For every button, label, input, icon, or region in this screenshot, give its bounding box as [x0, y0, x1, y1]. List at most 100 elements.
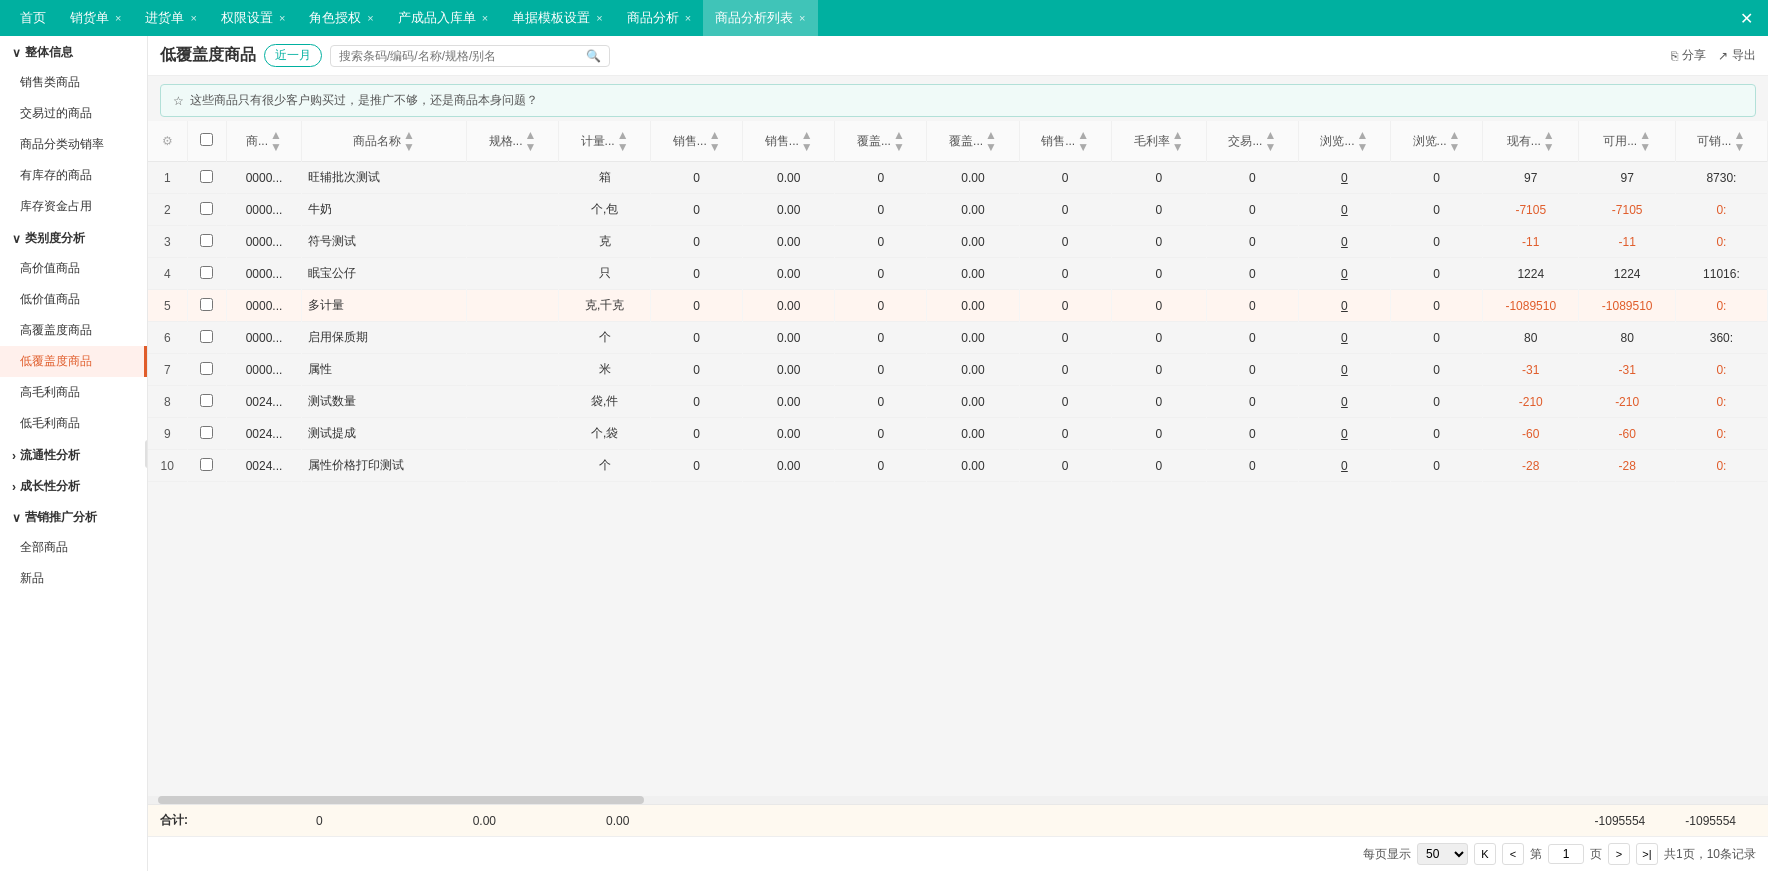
sort-icon-unit[interactable]: ▲▼ [617, 129, 629, 153]
sort-icon-sales_qty[interactable]: ▲▼ [709, 129, 721, 153]
row-checkbox[interactable] [187, 290, 226, 322]
th-browse1[interactable]: 浏览...▲▼ [1298, 121, 1390, 162]
page-input[interactable] [1548, 844, 1584, 864]
sidebar-item-商品分类动销率[interactable]: 商品分类动销率 [0, 129, 147, 160]
nav-tab-销货单[interactable]: 销货单× [58, 0, 133, 36]
row-checkbox[interactable] [187, 418, 226, 450]
row-browse1[interactable]: 0 [1298, 418, 1390, 450]
prev-page-button[interactable]: < [1502, 843, 1524, 865]
sidebar-item-销售类商品[interactable]: 销售类商品 [0, 67, 147, 98]
sidebar-item-低价值商品[interactable]: 低价值商品 [0, 284, 147, 315]
nav-tab-close-商品分析列表[interactable]: × [799, 12, 805, 24]
settings-icon[interactable]: ⚙ [162, 134, 173, 148]
sidebar-item-有库存的商品[interactable]: 有库存的商品 [0, 160, 147, 191]
nav-tab-close-角色授权[interactable]: × [367, 12, 373, 24]
row-checkbox[interactable] [187, 226, 226, 258]
sort-icon-browse1[interactable]: ▲▼ [1357, 129, 1369, 153]
nav-tab-产成品入库单[interactable]: 产成品入库单× [386, 0, 500, 36]
row-checkbox[interactable] [187, 258, 226, 290]
sidebar-item-高毛利商品[interactable]: 高毛利商品 [0, 377, 147, 408]
row-browse1[interactable]: 0 [1298, 290, 1390, 322]
th-name[interactable]: 商品名称▲▼ [302, 121, 467, 162]
sort-icon-browse2[interactable]: ▲▼ [1449, 129, 1461, 153]
th-sales3[interactable]: 销售...▲▼ [1019, 121, 1111, 162]
sort-icon-trade[interactable]: ▲▼ [1264, 129, 1276, 153]
sort-icon-coverage1[interactable]: ▲▼ [893, 129, 905, 153]
sort-icon-spec[interactable]: ▲▼ [525, 129, 537, 153]
sort-icon-sales3[interactable]: ▲▼ [1077, 129, 1089, 153]
sidebar-item-新品[interactable]: 新品 [0, 563, 147, 594]
nav-tab-close-销货单[interactable]: × [115, 12, 121, 24]
row-browse1[interactable]: 0 [1298, 226, 1390, 258]
th-sales_amt[interactable]: 销售...▲▼ [743, 121, 835, 162]
sidebar-item-交易过的商品[interactable]: 交易过的商品 [0, 98, 147, 129]
row-checkbox[interactable] [187, 162, 226, 194]
row-checkbox[interactable] [187, 194, 226, 226]
nav-tab-单据模板设置[interactable]: 单据模板设置× [500, 0, 614, 36]
sidebar-item-高覆盖度商品[interactable]: 高覆盖度商品 [0, 315, 147, 346]
nav-tab-商品分析列表[interactable]: 商品分析列表× [703, 0, 817, 36]
sidebar-section-整体信息[interactable]: ∨整体信息 [0, 36, 147, 67]
row-browse1[interactable]: 0 [1298, 258, 1390, 290]
sidebar-section-成长性分析[interactable]: ›成长性分析 [0, 470, 147, 501]
nav-tab-close-进货单[interactable]: × [190, 12, 196, 24]
sidebar-item-库存资金占用[interactable]: 库存资金占用 [0, 191, 147, 222]
row-browse1[interactable]: 0 [1298, 322, 1390, 354]
first-page-button[interactable]: K [1474, 843, 1496, 865]
sort-icon-sales_amt[interactable]: ▲▼ [801, 129, 813, 153]
nav-tab-close-商品分析[interactable]: × [685, 12, 691, 24]
sort-icon-available[interactable]: ▲▼ [1639, 129, 1651, 153]
share-button[interactable]: ⎘ 分享 [1671, 47, 1706, 64]
th-gross_margin[interactable]: 毛利率▲▼ [1111, 121, 1206, 162]
last-page-button[interactable]: >| [1636, 843, 1658, 865]
th-browse2[interactable]: 浏览...▲▼ [1391, 121, 1483, 162]
nav-tab-close-产成品入库单[interactable]: × [482, 12, 488, 24]
th-coverage2[interactable]: 覆盖...▲▼ [927, 121, 1019, 162]
filter-button[interactable]: 近一月 [264, 44, 322, 67]
sidebar-section-流通性分析[interactable]: ›流通性分析 [0, 439, 147, 470]
per-page-select[interactable]: 50 100 200 [1417, 843, 1468, 865]
row-browse1[interactable]: 0 [1298, 194, 1390, 226]
nav-tab-close-单据模板设置[interactable]: × [596, 12, 602, 24]
th-spec[interactable]: 规格...▲▼ [466, 121, 558, 162]
th-code[interactable]: 商...▲▼ [226, 121, 301, 162]
nav-tab-进货单[interactable]: 进货单× [133, 0, 208, 36]
th-trade[interactable]: 交易...▲▼ [1206, 121, 1298, 162]
th-coverage1[interactable]: 覆盖...▲▼ [835, 121, 927, 162]
sidebar-item-低毛利商品[interactable]: 低毛利商品 [0, 408, 147, 439]
nav-tab-close-权限设置[interactable]: × [279, 12, 285, 24]
search-input[interactable] [339, 49, 586, 63]
row-checkbox[interactable] [187, 386, 226, 418]
sort-icon-name[interactable]: ▲▼ [403, 129, 415, 153]
sidebar-toggle[interactable]: « [145, 440, 148, 468]
row-browse1[interactable]: 0 [1298, 162, 1390, 194]
search-icon[interactable]: 🔍 [586, 49, 601, 63]
th-unit[interactable]: 计量...▲▼ [559, 121, 651, 162]
th-sales_qty[interactable]: 销售...▲▼ [651, 121, 743, 162]
row-browse1[interactable]: 0 [1298, 354, 1390, 386]
sort-icon-gross_margin[interactable]: ▲▼ [1172, 129, 1184, 153]
sort-icon-current_stock[interactable]: ▲▼ [1543, 129, 1555, 153]
window-close-button[interactable]: ✕ [1732, 4, 1760, 32]
th-available[interactable]: 可用...▲▼ [1579, 121, 1675, 162]
nav-tab-角色授权[interactable]: 角色授权× [297, 0, 385, 36]
select-all-checkbox[interactable] [200, 133, 213, 146]
export-button[interactable]: ↗ 导出 [1718, 47, 1756, 64]
nav-tab-首页[interactable]: 首页 [8, 0, 58, 36]
sort-icon-coverage2[interactable]: ▲▼ [985, 129, 997, 153]
sort-icon-saleable[interactable]: ▲▼ [1733, 129, 1745, 153]
row-checkbox[interactable] [187, 354, 226, 386]
sidebar-section-类别度分析[interactable]: ∨类别度分析 [0, 222, 147, 253]
th-current_stock[interactable]: 现有...▲▼ [1483, 121, 1579, 162]
next-page-button[interactable]: > [1608, 843, 1630, 865]
sidebar-section-营销推广分析[interactable]: ∨营销推广分析 [0, 501, 147, 532]
row-browse1[interactable]: 0 [1298, 386, 1390, 418]
sidebar-item-全部商品[interactable]: 全部商品 [0, 532, 147, 563]
sidebar-item-低覆盖度商品[interactable]: 低覆盖度商品 [0, 346, 147, 377]
sort-icon-code[interactable]: ▲▼ [270, 129, 282, 153]
row-checkbox[interactable] [187, 450, 226, 482]
nav-tab-权限设置[interactable]: 权限设置× [209, 0, 297, 36]
row-browse1[interactable]: 0 [1298, 450, 1390, 482]
sidebar-item-高价值商品[interactable]: 高价值商品 [0, 253, 147, 284]
nav-tab-商品分析[interactable]: 商品分析× [615, 0, 703, 36]
